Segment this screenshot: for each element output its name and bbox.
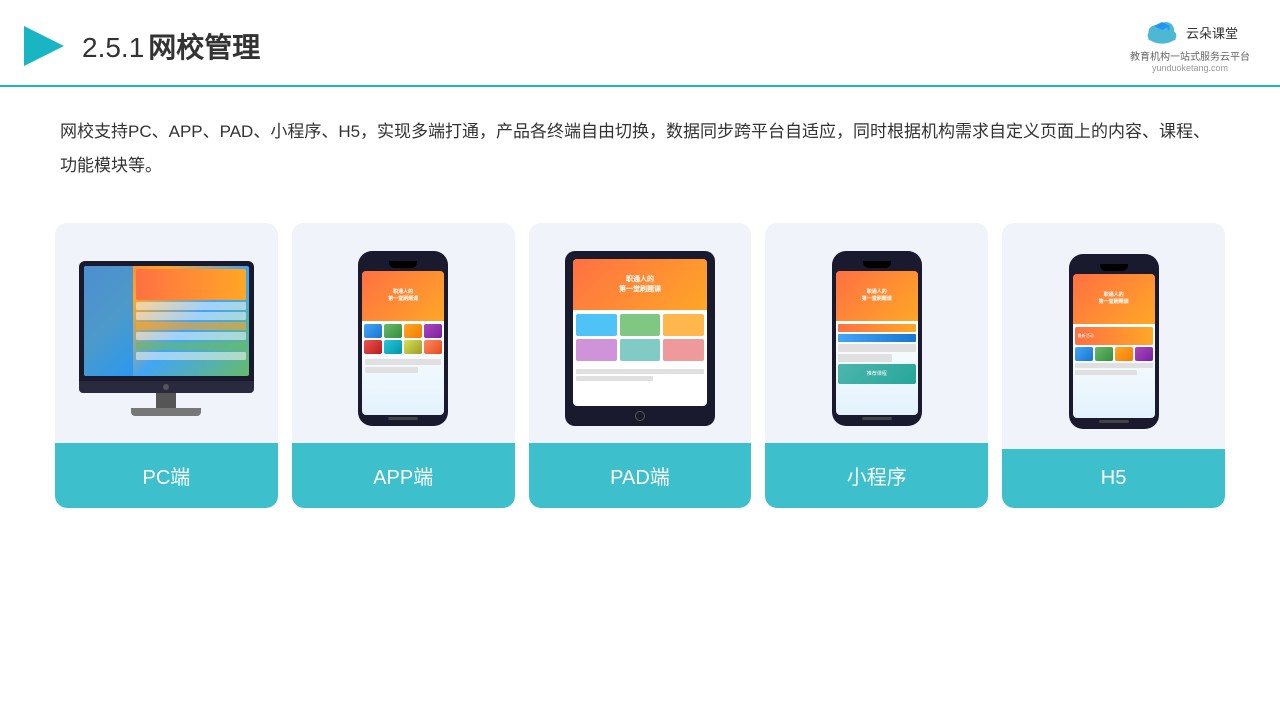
phone-body-miniapp: 职通人的第一堂刷题课 推荐课程: [832, 251, 922, 426]
phone-body: 职通人的第一堂刷题课: [358, 251, 448, 426]
phone-mockup-app: 职通人的第一堂刷题课: [358, 251, 448, 426]
tablet-screen: 职通人的第一堂刷题课: [573, 259, 707, 406]
tablet-home-button: [635, 411, 645, 421]
play-icon: [20, 22, 68, 70]
logo-sub: 教育机构一站式服务云平台: [1130, 48, 1250, 63]
monitor-mockup: [79, 261, 254, 416]
logo-cloud: 云朵课堂: [1142, 18, 1238, 46]
card-pad-label: PAD端: [529, 443, 752, 508]
card-pc-label: PC端: [55, 443, 278, 508]
phone-body-h5: 职通人的第一堂刷题课 最新活动: [1069, 254, 1159, 429]
monitor-body: [79, 261, 254, 381]
card-pc-image: [55, 223, 278, 443]
logo-area: 云朵课堂 教育机构一站式服务云平台 yunduoketang.com: [1130, 18, 1250, 73]
card-h5: 职通人的第一堂刷题课 最新活动: [1002, 223, 1225, 508]
card-miniapp: 职通人的第一堂刷题课 推荐课程: [765, 223, 988, 508]
cards-container: PC端 职通人的第一堂刷题课: [0, 193, 1280, 528]
description-text: 网校支持PC、APP、PAD、小程序、H5，实现多端打通，产品各终端自由切换，数…: [0, 87, 1280, 193]
card-app: 职通人的第一堂刷题课: [292, 223, 515, 508]
phone-screen-miniapp: 职通人的第一堂刷题课 推荐课程: [836, 271, 918, 415]
phone-home-bar-h5: [1099, 420, 1129, 423]
phone-screen: 职通人的第一堂刷题课: [362, 271, 444, 415]
cloud-logo-icon: [1142, 18, 1182, 46]
phone-mockup-miniapp: 职通人的第一堂刷题课 推荐课程: [832, 251, 922, 426]
logo-name: 云朵课堂: [1186, 23, 1238, 42]
phone-notch: [389, 261, 417, 268]
header: 2.5.1网校管理 云朵课堂 教育机构一站式服务云平台 yunduoketang…: [0, 0, 1280, 87]
logo-url: yunduoketang.com: [1152, 63, 1228, 73]
card-h5-label: H5: [1002, 449, 1225, 508]
phone-home-bar-miniapp: [862, 417, 892, 420]
card-pad-image: 职通人的第一堂刷题课: [529, 223, 752, 443]
phone-screen-h5: 职通人的第一堂刷题课 最新活动: [1073, 274, 1155, 418]
card-app-label: APP端: [292, 443, 515, 508]
phone-mockup-h5: 职通人的第一堂刷题课 最新活动: [1069, 254, 1159, 429]
title-text: 网校管理: [148, 32, 260, 63]
tablet-body: 职通人的第一堂刷题课: [565, 251, 715, 426]
phone-notch-h5: [1100, 264, 1128, 271]
card-h5-image: 职通人的第一堂刷题课 最新活动: [1002, 223, 1225, 449]
phone-notch-miniapp: [863, 261, 891, 268]
card-pad: 职通人的第一堂刷题课: [529, 223, 752, 508]
title-number: 2.5.1: [82, 32, 144, 63]
card-miniapp-image: 职通人的第一堂刷题课 推荐课程: [765, 223, 988, 443]
card-app-image: 职通人的第一堂刷题课: [292, 223, 515, 443]
tablet-mockup: 职通人的第一堂刷题课: [565, 251, 715, 426]
monitor-screen: [84, 266, 249, 376]
card-miniapp-label: 小程序: [765, 443, 988, 508]
card-pc: PC端: [55, 223, 278, 508]
phone-home-bar: [388, 417, 418, 420]
page-title: 2.5.1网校管理: [82, 26, 260, 66]
header-left: 2.5.1网校管理: [20, 22, 260, 70]
